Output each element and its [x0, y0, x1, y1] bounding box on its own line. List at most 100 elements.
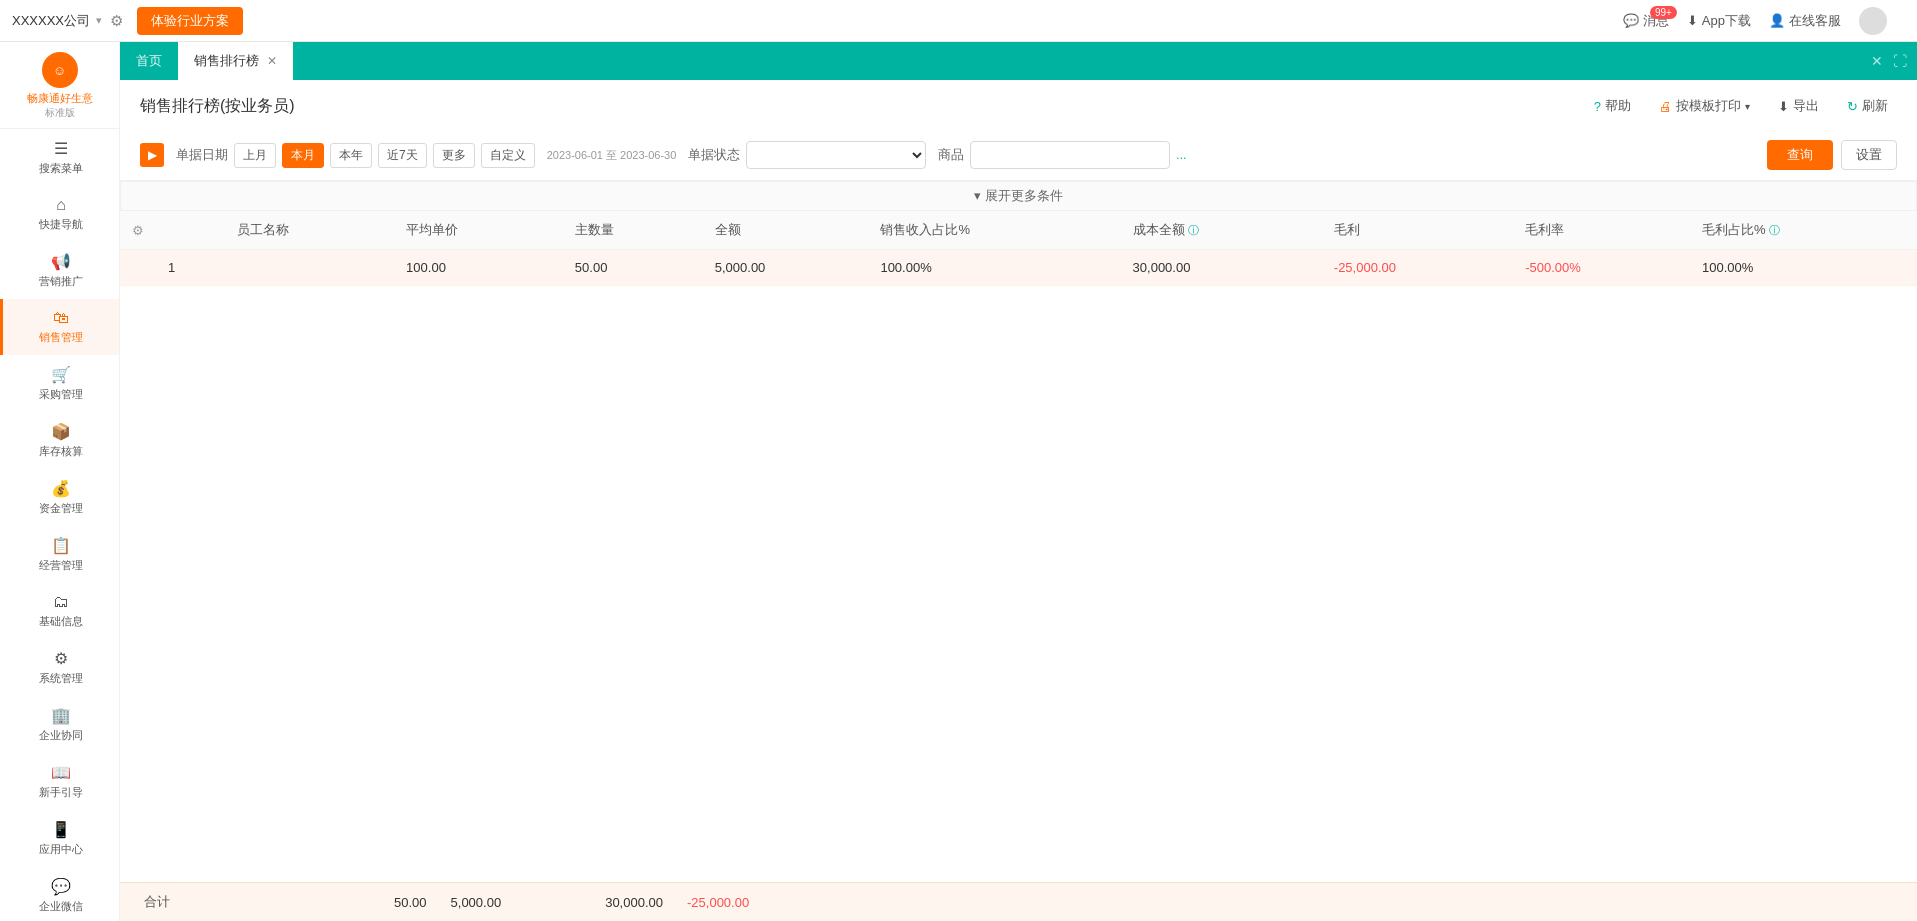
print-icon: 🖨: [1659, 99, 1672, 114]
sidebar-item-system[interactable]: ⚙ 系统管理: [0, 639, 119, 696]
search-icon: ☰: [54, 139, 68, 158]
date-btn-this-month[interactable]: 本月: [282, 143, 324, 168]
print-btn[interactable]: 🖨 按模板打印 ▾: [1650, 92, 1759, 120]
sidebar-item-label: 基础信息: [39, 614, 83, 629]
bell-icon: 💬: [1623, 13, 1639, 28]
help-icon: ?: [1594, 99, 1601, 114]
sidebar-item-enterprise-wechat[interactable]: 💬 企业微信: [0, 867, 119, 921]
sidebar-item-label: 营销推广: [39, 274, 83, 289]
sidebar-item-label: 销售管理: [39, 330, 83, 345]
table-body: 1 100.00 50.00 5,000.00 100.00% 30,000.0…: [120, 250, 1917, 286]
app-download-btn[interactable]: ⬇ App下载: [1687, 12, 1751, 30]
maximize-icon[interactable]: ⛶: [1893, 53, 1907, 69]
cell-employee: [225, 250, 394, 286]
sidebar-item-operations[interactable]: 📋 经营管理: [0, 526, 119, 583]
marketing-icon: 📢: [51, 252, 71, 271]
sidebar-item-label: 企业微信: [39, 899, 83, 914]
gear-icon[interactable]: ⚙: [110, 12, 123, 30]
filter-row: ▶ 单据日期 上月 本月 本年 近7天 更多 自定义 2023-06-01 至 …: [140, 140, 1897, 170]
cell-gross-pct: 100.00%: [1690, 250, 1917, 286]
sidebar-item-quick-nav[interactable]: ⌂ 快捷导航: [0, 186, 119, 242]
close-window-icon[interactable]: ✕: [1871, 53, 1883, 69]
sidebar-item-sales[interactable]: 🛍 销售管理: [0, 299, 119, 355]
cell-gross-rate: -500.00%: [1513, 250, 1690, 286]
cell-main-qty: 50.00: [563, 250, 703, 286]
home-icon: ⌂: [56, 196, 66, 214]
chevron-down-icon: ▾: [96, 14, 102, 27]
export-btn[interactable]: ⬇ 导出: [1769, 92, 1828, 120]
table-wrapper: ⚙ 员工名称 平均单价 主数量 全额 销售收入占比% 成本全额 ⓘ 毛利 毛利率…: [120, 211, 1917, 882]
close-tab-icon[interactable]: ✕: [267, 54, 277, 68]
col-avg-price: 平均单价: [394, 211, 563, 250]
sidebar-item-label: 应用中心: [39, 842, 83, 857]
status-select[interactable]: [746, 141, 926, 169]
date-btn-last-7-days[interactable]: 近7天: [378, 143, 427, 168]
operations-icon: 📋: [51, 536, 71, 555]
table-header: ⚙ 员工名称 平均单价 主数量 全额 销售收入占比% 成本全额 ⓘ 毛利 毛利率…: [120, 211, 1917, 250]
expand-arrow-btn[interactable]: ▶: [140, 143, 164, 167]
page-header: 销售排行榜(按业务员) ? 帮助 🖨 按模板打印 ▾ ⬇: [120, 80, 1917, 181]
date-btn-custom[interactable]: 自定义: [481, 143, 535, 168]
sidebar-item-basic-info[interactable]: 🗂 基础信息: [0, 583, 119, 639]
settings-btn[interactable]: 设置: [1841, 140, 1897, 170]
inventory-icon: 📦: [51, 422, 71, 441]
enterprise-icon: 🏢: [51, 706, 71, 725]
sales-rank-table: ⚙ 员工名称 平均单价 主数量 全额 销售收入占比% 成本全额 ⓘ 毛利 毛利率…: [120, 211, 1917, 286]
refresh-btn[interactable]: ↻ 刷新: [1838, 92, 1897, 120]
sidebar-item-finance[interactable]: 💰 资金管理: [0, 469, 119, 526]
col-sales-pct: 销售收入占比%: [868, 211, 1120, 250]
service-icon: 👤: [1769, 13, 1785, 28]
sidebar-item-inventory[interactable]: 📦 库存核算: [0, 412, 119, 469]
sidebar-item-enterprise[interactable]: 🏢 企业协同: [0, 696, 119, 753]
date-range-display: 2023-06-01 至 2023-06-30: [547, 148, 677, 163]
col-cost-total: 成本全额 ⓘ: [1121, 211, 1322, 250]
more-filters-btn[interactable]: ...: [1176, 148, 1186, 162]
sidebar-item-label: 搜索菜单: [39, 161, 83, 176]
query-btn[interactable]: 查询: [1767, 140, 1833, 170]
logo-icon: ☺: [42, 52, 78, 88]
sidebar-item-label: 经营管理: [39, 558, 83, 573]
print-dropdown-icon[interactable]: ▾: [1745, 101, 1750, 112]
expand-bar[interactable]: ▾ 展开更多条件: [120, 181, 1917, 211]
sidebar-item-guide[interactable]: 📖 新手引导: [0, 753, 119, 810]
footer-gross: -25,000.00: [675, 895, 761, 910]
export-icon: ⬇: [1778, 99, 1789, 114]
trial-button[interactable]: 体验行业方案: [137, 7, 243, 35]
main-layout: ☺ 畅康通好生意 标准版 ☰ 搜索菜单 ⌂ 快捷导航 📢 营销推广 🛍 销售管理…: [0, 42, 1917, 921]
refresh-label: 刷新: [1862, 97, 1888, 115]
avatar[interactable]: [1859, 7, 1887, 35]
company-selector[interactable]: XXXXXX公司 ▾: [12, 12, 102, 30]
sidebar-item-search-order[interactable]: ☰ 搜索菜单: [0, 129, 119, 186]
status-filter-section: 单据状态: [688, 141, 926, 169]
sidebar-item-app-center[interactable]: 📱 应用中心: [0, 810, 119, 867]
refresh-icon: ↻: [1847, 99, 1858, 114]
sidebar-item-label: 快捷导航: [39, 217, 83, 232]
expand-down-icon: ▾: [974, 188, 981, 203]
goods-input[interactable]: [970, 141, 1170, 169]
date-filter-label: 单据日期: [176, 146, 228, 164]
date-btn-more[interactable]: 更多: [433, 143, 475, 168]
online-service-btn[interactable]: 👤 在线客服: [1769, 12, 1841, 30]
date-btn-this-year[interactable]: 本年: [330, 143, 372, 168]
cell-gross: -25,000.00: [1322, 250, 1513, 286]
col-rank: [156, 211, 225, 250]
col-settings[interactable]: ⚙: [120, 211, 156, 250]
tab-sales-rank[interactable]: 销售排行榜 ✕: [178, 42, 293, 80]
sales-icon: 🛍: [53, 309, 69, 327]
tab-home[interactable]: 首页: [120, 42, 178, 80]
col-total: 全额: [703, 211, 869, 250]
tab-bar: 首页 销售排行榜 ✕ ✕ ⛶: [120, 42, 1917, 80]
col-gross-rate: 毛利率: [1513, 211, 1690, 250]
notification-btn[interactable]: 💬 消息 99+: [1623, 12, 1669, 30]
app-download-label: App下载: [1702, 12, 1751, 30]
page-title-row: 销售排行榜(按业务员) ? 帮助 🖨 按模板打印 ▾ ⬇: [140, 92, 1897, 120]
help-btn[interactable]: ? 帮助: [1585, 92, 1640, 120]
sidebar-item-purchase[interactable]: 🛒 采购管理: [0, 355, 119, 412]
sidebar-item-marketing[interactable]: 📢 营销推广: [0, 242, 119, 299]
goods-filter-section: 商品 ...: [938, 141, 1186, 169]
date-btn-last-month[interactable]: 上月: [234, 143, 276, 168]
cell-rank: 1: [156, 250, 225, 286]
footer-cost-total: 30,000.00: [593, 895, 675, 910]
goods-filter-label: 商品: [938, 146, 964, 164]
cell-avg-price: 100.00: [394, 250, 563, 286]
